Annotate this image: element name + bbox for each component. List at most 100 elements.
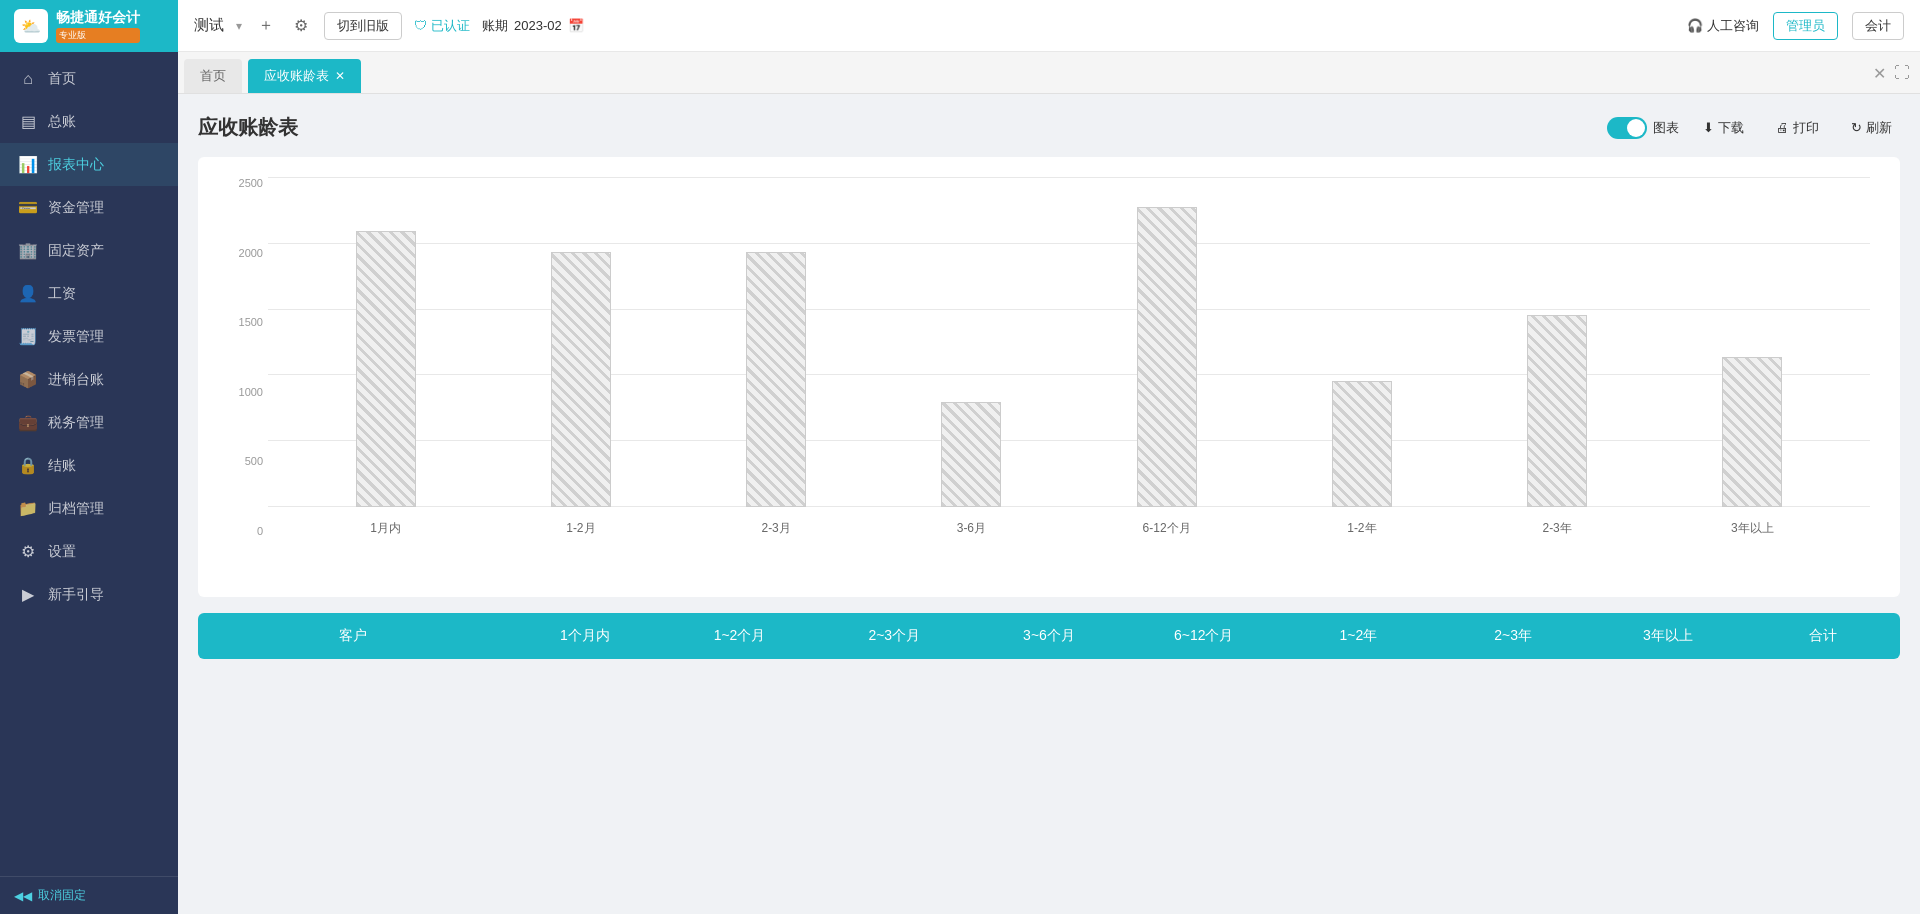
y-label-0: 0 xyxy=(228,525,263,537)
logo-icon: ⛅ xyxy=(14,9,48,43)
chart-bar xyxy=(1722,357,1782,507)
add-button[interactable]: ＋ xyxy=(254,11,278,40)
pin-icon: ◀◀ xyxy=(14,889,32,903)
sidebar-item-settings[interactable]: ⚙ 设置 xyxy=(0,530,178,573)
y-axis: 0 500 1000 1500 2000 2500 xyxy=(228,177,263,537)
y-label-1000: 1000 xyxy=(228,386,263,398)
sidebar-item-label: 固定资产 xyxy=(48,242,104,260)
table-header-cell: 3~6个月 xyxy=(972,613,1127,659)
home-icon: ⌂ xyxy=(18,70,38,88)
sidebar-item-funds[interactable]: 💳 资金管理 xyxy=(0,186,178,229)
sidebar-item-label: 总账 xyxy=(48,113,76,131)
bar-group xyxy=(874,402,1069,507)
sidebar-item-close[interactable]: 🔒 结账 xyxy=(0,444,178,487)
sidebar-item-reports[interactable]: 📊 报表中心 xyxy=(0,143,178,186)
service-label: 人工咨询 xyxy=(1707,17,1759,35)
tab-home[interactable]: 首页 xyxy=(184,59,242,93)
company-name: 测试 xyxy=(194,16,224,35)
refresh-icon: ↻ xyxy=(1851,120,1862,135)
page-header: 应收账龄表 图表 ⬇ 下载 🖨 打印 ↻ 刷新 xyxy=(198,114,1900,141)
x-label: 1-2年 xyxy=(1264,520,1459,537)
cert-label: 已认证 xyxy=(431,17,470,35)
chart-bar xyxy=(551,252,611,507)
tab-close-icon[interactable]: ✕ xyxy=(335,69,345,83)
bar-group xyxy=(483,252,678,507)
chart-toggle[interactable] xyxy=(1607,117,1647,139)
trade-icon: 📦 xyxy=(18,370,38,389)
company-dropdown-icon[interactable]: ▾ xyxy=(236,19,242,33)
table-header-cell: 2~3年 xyxy=(1436,613,1591,659)
logo-badge: 专业版 xyxy=(56,28,140,43)
sidebar-item-label: 首页 xyxy=(48,70,76,88)
sidebar-item-label: 发票管理 xyxy=(48,328,104,346)
download-label: 下载 xyxy=(1718,119,1744,137)
cancel-fixed-button[interactable]: ◀◀ 取消固定 xyxy=(0,876,178,914)
bar-group xyxy=(679,252,874,507)
sidebar-item-guide[interactable]: ▶ 新手引导 xyxy=(0,573,178,616)
download-button[interactable]: ⬇ 下载 xyxy=(1695,115,1752,141)
user-button[interactable]: 管理员 xyxy=(1773,12,1838,40)
calendar-icon[interactable]: 📅 xyxy=(568,18,584,33)
table-container: 客户1个月内1~2个月2~3个月3~6个月6~12个月1~2年2~3年3年以上合… xyxy=(198,613,1900,659)
refresh-button[interactable]: ↻ 刷新 xyxy=(1843,115,1900,141)
sidebar-item-label: 结账 xyxy=(48,457,76,475)
sidebar-item-payroll[interactable]: 👤 工资 xyxy=(0,272,178,315)
sidebar-item-label: 归档管理 xyxy=(48,500,104,518)
table-header: 客户1个月内1~2个月2~3个月3~6个月6~12个月1~2年2~3年3年以上合… xyxy=(198,613,1900,659)
content-area: 应收账龄表 图表 ⬇ 下载 🖨 打印 ↻ 刷新 xyxy=(178,94,1920,914)
x-label: 6-12个月 xyxy=(1069,520,1264,537)
bar-group xyxy=(1655,357,1850,507)
toggle-knob xyxy=(1627,119,1645,137)
sidebar-item-ledger[interactable]: ▤ 总账 xyxy=(0,100,178,143)
sidebar-item-label: 税务管理 xyxy=(48,414,104,432)
tab-close-window-button[interactable]: ✕ xyxy=(1873,63,1886,82)
sidebar-item-home[interactable]: ⌂ 首页 xyxy=(0,58,178,100)
period-value: 2023-02 xyxy=(514,18,562,33)
role-button[interactable]: 会计 xyxy=(1852,12,1904,40)
reports-icon: 📊 xyxy=(18,155,38,174)
bar-group xyxy=(1460,315,1655,507)
tax-icon: 💼 xyxy=(18,413,38,432)
service-button[interactable]: 🎧 人工咨询 xyxy=(1687,17,1759,35)
chart-bar xyxy=(356,231,416,507)
sidebar-item-label: 报表中心 xyxy=(48,156,104,174)
page-title: 应收账龄表 xyxy=(198,114,298,141)
chart-toggle-label: 图表 xyxy=(1607,117,1679,139)
shield-icon: 🛡 xyxy=(414,18,427,33)
sidebar-item-tax[interactable]: 💼 税务管理 xyxy=(0,401,178,444)
table-header-cell: 1个月内 xyxy=(507,613,662,659)
chart-area: 0 500 1000 1500 2000 2500 xyxy=(268,177,1870,537)
sidebar-item-archive[interactable]: 📁 归档管理 xyxy=(0,487,178,530)
table-header-cell: 3年以上 xyxy=(1591,613,1746,659)
main-area: 测试 ▾ ＋ ⚙ 切到旧版 🛡 已认证 账期 2023-02 📅 🎧 人工咨询 … xyxy=(178,0,1920,914)
funds-icon: 💳 xyxy=(18,198,38,217)
bar-group xyxy=(1264,381,1459,507)
table-header-cell: 2~3个月 xyxy=(817,613,972,659)
switch-old-button[interactable]: 切到旧版 xyxy=(324,12,402,40)
tab-ar-aging[interactable]: 应收账龄表 ✕ xyxy=(248,59,361,93)
page-actions: 图表 ⬇ 下载 🖨 打印 ↻ 刷新 xyxy=(1607,115,1900,141)
chart-bar xyxy=(941,402,1001,507)
archive-icon: 📁 xyxy=(18,499,38,518)
sidebar-item-label: 工资 xyxy=(48,285,76,303)
tab-ar-aging-label: 应收账龄表 xyxy=(264,67,329,85)
table-header-cell: 合计 xyxy=(1745,613,1900,659)
x-label: 2-3年 xyxy=(1460,520,1655,537)
sidebar-item-invoice[interactable]: 🧾 发票管理 xyxy=(0,315,178,358)
x-labels: 1月内1-2月2-3月3-6月6-12个月1-2年2-3年3年以上 xyxy=(268,520,1870,537)
sidebar-item-label: 进销台账 xyxy=(48,371,104,389)
sidebar-item-trade[interactable]: 📦 进销台账 xyxy=(0,358,178,401)
tab-maximize-button[interactable]: ⛶ xyxy=(1894,64,1910,82)
logo-text: 畅捷通好会计 xyxy=(56,9,140,26)
payroll-icon: 👤 xyxy=(18,284,38,303)
assets-icon: 🏢 xyxy=(18,241,38,260)
close-accounts-icon: 🔒 xyxy=(18,456,38,475)
print-icon: 🖨 xyxy=(1776,120,1789,135)
table-header-cell: 1~2个月 xyxy=(662,613,817,659)
sidebar-item-label: 设置 xyxy=(48,543,76,561)
settings-button[interactable]: ⚙ xyxy=(290,12,312,39)
bar-group xyxy=(288,231,483,507)
ledger-icon: ▤ xyxy=(18,112,38,131)
print-button[interactable]: 🖨 打印 xyxy=(1768,115,1827,141)
sidebar-item-assets[interactable]: 🏢 固定资产 xyxy=(0,229,178,272)
